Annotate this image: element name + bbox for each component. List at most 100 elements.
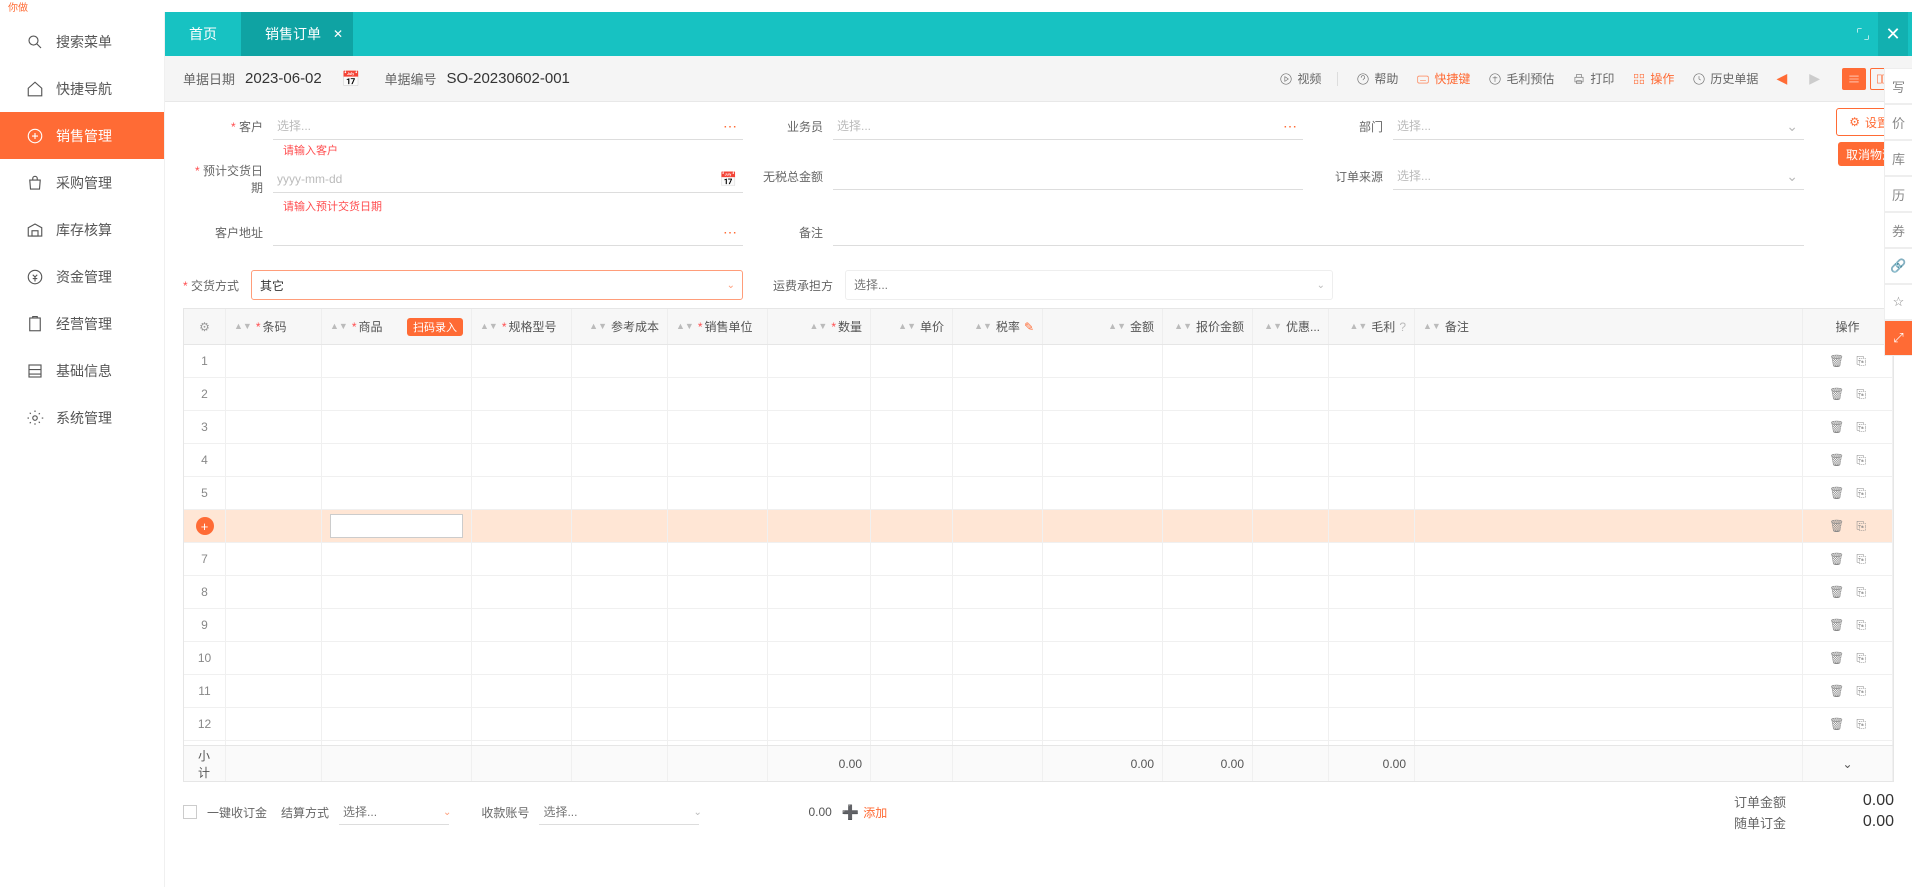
table-row[interactable]: 4🗑⎘ [184, 444, 1893, 477]
table-row[interactable]: 2🗑⎘ [184, 378, 1893, 411]
rail-item-0[interactable]: 写 [1884, 68, 1912, 104]
col-unit[interactable]: ▲▼*销售单位 [668, 309, 768, 344]
col-spec[interactable]: ▲▼*规格型号 [472, 309, 572, 344]
tabs-close-all-icon[interactable]: ✕ [1878, 12, 1908, 56]
table-row[interactable]: 10🗑⎘ [184, 642, 1893, 675]
table-row[interactable]: + 🗑 ⎘ [184, 510, 1893, 543]
prev-doc-icon[interactable]: ◀ [1772, 70, 1791, 87]
department-input[interactable] [1393, 112, 1804, 140]
one-click-deposit-checkbox[interactable] [183, 805, 197, 819]
rail-item-6[interactable]: ☆ [1884, 284, 1912, 320]
sidebar-item-system[interactable]: 系统管理 [0, 394, 164, 441]
view-list-icon[interactable] [1842, 68, 1866, 90]
history-link[interactable]: 历史单据 [1692, 70, 1758, 87]
delete-row-icon[interactable]: 🗑 [1829, 486, 1844, 500]
copy-row-icon[interactable]: ⎘ [1856, 453, 1866, 468]
col-qty[interactable]: ▲▼*数量 [768, 309, 871, 344]
copy-row-icon[interactable]: ⎘ [1856, 552, 1866, 567]
scan-badge[interactable]: 扫码录入 [407, 318, 463, 336]
table-row[interactable]: 12🗑⎘ [184, 708, 1893, 741]
table-row[interactable]: 8🗑⎘ [184, 576, 1893, 609]
remark-input[interactable] [833, 218, 1804, 246]
delete-row-icon[interactable]: 🗑 [1829, 684, 1844, 698]
table-row[interactable]: 1🗑⎘ [184, 345, 1893, 378]
copy-row-icon[interactable]: ⎘ [1856, 519, 1866, 534]
delete-row-icon[interactable]: 🗑 [1829, 519, 1844, 533]
rail-item-5[interactable]: 🔗 [1884, 248, 1912, 284]
col-product[interactable]: ▲▼*商品扫码录入 [322, 309, 472, 344]
acct-select[interactable] [539, 799, 699, 825]
table-row[interactable]: 5🗑⎘ [184, 477, 1893, 510]
delivery-method-select[interactable] [251, 270, 743, 300]
copy-row-icon[interactable]: ⎘ [1856, 420, 1866, 435]
settle-select[interactable] [339, 799, 449, 825]
col-cost[interactable]: ▲▼参考成本 [572, 309, 668, 344]
table-row[interactable]: 3🗑⎘ [184, 411, 1893, 444]
freight-select[interactable] [845, 270, 1333, 300]
copy-row-icon[interactable]: ⎘ [1856, 585, 1866, 600]
col-discount[interactable]: ▲▼优惠... [1253, 309, 1329, 344]
doc-date-value[interactable]: 2023-06-02 [245, 70, 322, 87]
sidebar-item-search[interactable]: 搜索菜单 [0, 18, 164, 65]
delete-row-icon[interactable]: 🗑 [1829, 552, 1844, 566]
customer-input[interactable] [273, 112, 743, 140]
table-row[interactable]: 7🗑⎘ [184, 543, 1893, 576]
col-price[interactable]: ▲▼单价 [871, 309, 953, 344]
help-icon[interactable]: ? [1399, 320, 1406, 334]
delete-row-icon[interactable]: 🗑 [1829, 585, 1844, 599]
sidebar-item-quicknav[interactable]: 快捷导航 [0, 65, 164, 112]
copy-row-icon[interactable]: ⎘ [1856, 651, 1866, 666]
delete-row-icon[interactable]: 🗑 [1829, 420, 1844, 434]
delete-row-icon[interactable]: 🗑 [1829, 717, 1844, 731]
address-input[interactable] [273, 218, 743, 246]
video-link[interactable]: 视频 [1279, 70, 1321, 87]
print-link[interactable]: 打印 [1572, 70, 1614, 87]
col-amount[interactable]: ▲▼金额 [1043, 309, 1163, 344]
sidebar-item-fund[interactable]: 资金管理 [0, 253, 164, 300]
calendar-icon[interactable]: 📅 [720, 171, 737, 188]
col-taxrate[interactable]: ▲▼税率✎ [953, 309, 1043, 344]
sidebar-item-stock[interactable]: 库存核算 [0, 206, 164, 253]
operate-link[interactable]: 操作 [1632, 70, 1674, 87]
sidebar-item-purchase[interactable]: 采购管理 [0, 159, 164, 206]
delete-row-icon[interactable]: 🗑 [1829, 651, 1844, 665]
rail-item-1[interactable]: 价 [1884, 104, 1912, 140]
delete-row-icon[interactable]: 🗑 [1829, 387, 1844, 401]
col-profit[interactable]: ▲▼毛利? [1329, 309, 1415, 344]
rail-item-7[interactable]: ⤢ [1884, 320, 1912, 356]
gross-link[interactable]: 毛利预估 [1488, 70, 1554, 87]
copy-row-icon[interactable]: ⎘ [1856, 354, 1866, 369]
col-barcode[interactable]: ▲▼*条码 [226, 309, 322, 344]
edit-icon[interactable]: ✎ [1024, 320, 1034, 334]
chevron-down-icon[interactable]: ⌄ [1786, 168, 1798, 185]
table-row[interactable]: 9🗑⎘ [184, 609, 1893, 642]
sidebar-item-base[interactable]: 基础信息 [0, 347, 164, 394]
fullscreen-icon[interactable] [1848, 12, 1878, 56]
col-settings[interactable]: ⚙ [184, 309, 226, 344]
calendar-icon[interactable]: 📅 [342, 70, 361, 88]
delete-row-icon[interactable]: 🗑 [1829, 618, 1844, 632]
col-remark[interactable]: ▲▼备注 [1415, 309, 1803, 344]
rail-item-4[interactable]: 券 [1884, 212, 1912, 248]
salesperson-input[interactable] [833, 112, 1303, 140]
add-button[interactable]: ➕添加 [842, 804, 887, 821]
shortcut-link[interactable]: 快捷键 [1416, 70, 1470, 87]
add-row-icon[interactable]: + [196, 517, 214, 535]
copy-row-icon[interactable]: ⎘ [1856, 387, 1866, 402]
expect-date-input[interactable] [273, 165, 743, 193]
copy-row-icon[interactable]: ⎘ [1856, 618, 1866, 633]
sidebar-item-business[interactable]: 经营管理 [0, 300, 164, 347]
source-input[interactable] [1393, 162, 1804, 190]
chevron-down-icon[interactable]: ⌄ [1786, 118, 1798, 135]
delete-row-icon[interactable]: 🗑 [1829, 354, 1844, 368]
more-icon[interactable]: ⋯ [723, 118, 737, 135]
tab-home[interactable]: 首页 [165, 12, 241, 56]
table-row[interactable]: 11🗑⎘ [184, 675, 1893, 708]
help-link[interactable]: 帮助 [1356, 70, 1398, 87]
delete-row-icon[interactable]: 🗑 [1829, 453, 1844, 467]
close-icon[interactable]: ✕ [333, 27, 343, 41]
next-doc-icon[interactable]: ▶ [1805, 70, 1824, 87]
copy-row-icon[interactable]: ⎘ [1856, 717, 1866, 732]
rail-item-2[interactable]: 库 [1884, 140, 1912, 176]
pretax-input[interactable] [833, 162, 1303, 190]
